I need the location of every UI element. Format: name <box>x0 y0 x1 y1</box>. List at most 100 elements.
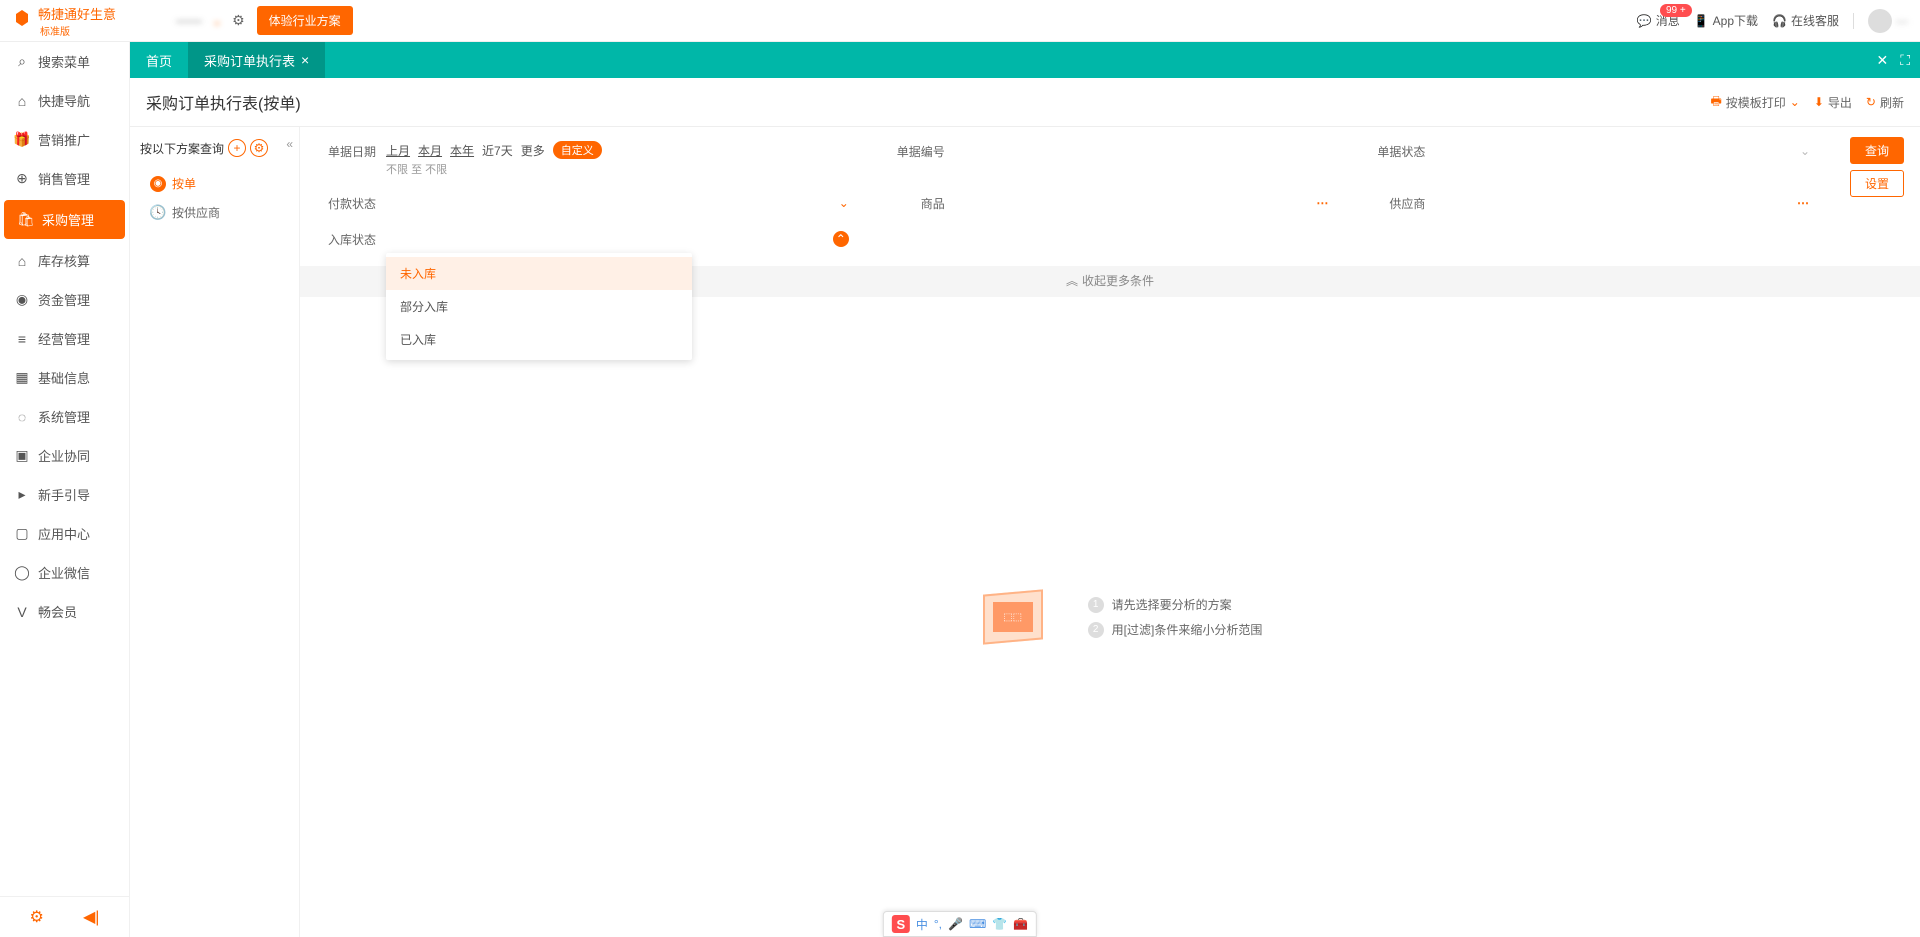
ime-mic-icon[interactable]: 🎤 <box>948 917 963 931</box>
sidebar-settings-icon[interactable]: ⚙ <box>30 907 44 927</box>
page-title: 采购订单执行表(按单) <box>146 90 301 114</box>
scheme-settings-icon[interactable]: ⚙ <box>250 139 268 157</box>
ime-toolbar[interactable]: S 中 °, 🎤 ⌨ 👕 🧰 <box>883 911 1037 937</box>
nav-icon: ◯ <box>14 564 30 581</box>
dropdown-opt-done[interactable]: 已入库 <box>386 323 692 356</box>
sidebar-item-14[interactable]: V畅会员 <box>0 592 129 631</box>
sidebar-item-11[interactable]: ▸ 新手引导 <box>0 475 129 514</box>
headset-icon: 🎧 <box>1772 14 1787 28</box>
supplier-select[interactable]: ⋯ <box>1435 193 1810 213</box>
sidebar-item-7[interactable]: ≡经营管理 <box>0 319 129 358</box>
filter-date: 单据日期 上月 本月 本年 近7天 更多 自定义 <box>320 141 849 177</box>
date-custom-badge[interactable]: 自定义 <box>553 141 602 159</box>
filter-product: 商品 ⋯ <box>889 193 1330 213</box>
date-opt-7days[interactable]: 近7天 <box>482 142 513 159</box>
settings-icon[interactable]: ⚙ <box>232 12 245 29</box>
divider <box>1853 13 1854 29</box>
date-opt-more[interactable]: 更多 <box>521 142 545 159</box>
sidebar-item-label: 新手引导 <box>38 485 90 504</box>
sidebar-item-label: 应用中心 <box>38 524 90 543</box>
scheme-item-by-order[interactable]: ◉ 按单 <box>140 169 289 198</box>
scheme-add-icon[interactable]: + <box>228 139 246 157</box>
nav-icon: ⊕ <box>14 170 30 187</box>
product-select[interactable]: ⋯ <box>955 193 1330 213</box>
logo-text: 畅捷通好生意 <box>38 4 116 23</box>
nav-icon: ▸ <box>14 486 30 503</box>
chevron-down-icon: ⌄ <box>1800 144 1810 158</box>
date-opt-last-month[interactable]: 上月 <box>386 142 410 159</box>
tab-home[interactable]: 首页 <box>130 42 188 78</box>
stock-status-dropdown: 未入库 部分入库 已入库 <box>386 253 692 360</box>
ime-toolbox-icon[interactable]: 🧰 <box>1013 917 1028 931</box>
date-opt-this-year[interactable]: 本年 <box>450 142 474 159</box>
sidebar-item-13[interactable]: ◯ 企业微信 <box>0 553 129 592</box>
nav-icon: ▣ <box>14 447 30 464</box>
sidebar-collapse-icon[interactable]: ◀| <box>83 907 99 927</box>
print-icon: 🖶 <box>1710 92 1721 113</box>
ime-punct-icon[interactable]: °, <box>934 917 942 931</box>
scheme-panel: 按以下方案查询 + ⚙ « ◉ 按单 🕓 按供应商 <box>130 127 300 937</box>
nav-icon: ◉ <box>14 291 30 308</box>
try-industry-button[interactable]: 体验行业方案 <box>257 6 353 35</box>
filter-stock-status: 入库状态 ⌃ 未入库 部分入库 已入库 <box>320 229 849 250</box>
sidebar-item-2[interactable]: 🎁营销推广 <box>0 120 129 159</box>
sidebar-item-10[interactable]: ▣ 企业协同 <box>0 436 129 475</box>
online-service-button[interactable]: 🎧 在线客服 <box>1772 12 1839 29</box>
tab-close-all-icon[interactable]: ✕ <box>1876 52 1888 69</box>
sidebar-item-3[interactable]: ⊕ 销售管理 <box>0 159 129 198</box>
sidebar-item-1[interactable]: ⌂快捷导航 <box>0 81 129 120</box>
export-action[interactable]: ⬇ 导出 <box>1814 94 1852 111</box>
logo-area: 畅捷通好生意 标准版 <box>12 4 116 38</box>
pay-status-select[interactable]: ⌄ <box>386 193 849 213</box>
ellipsis-icon: ⋯ <box>1797 196 1810 210</box>
page-header: 采购订单执行表(按单) 🖶 按模板打印 ⌄ ⬇ 导出 ↻ 刷新 <box>130 78 1920 127</box>
ime-lang[interactable]: 中 <box>916 916 928 933</box>
ime-logo-icon: S <box>892 915 910 933</box>
phone-icon: 📱 <box>1694 14 1709 28</box>
scheme-collapse-icon[interactable]: « <box>286 137 293 151</box>
chevron-down-icon: ⌄ <box>839 196 849 210</box>
print-action[interactable]: 🖶 按模板打印 ⌄ <box>1710 92 1799 113</box>
doc-status-select[interactable]: ⌄ <box>1435 141 1810 161</box>
nav-icon: 🛍 <box>18 211 34 228</box>
sidebar-item-label: 系统管理 <box>38 407 90 426</box>
sidebar-item-label: 销售管理 <box>38 169 90 188</box>
nav-icon: V <box>14 604 30 620</box>
stock-status-select[interactable]: ⌃ <box>386 229 849 250</box>
filter-doc-no: 单据编号 <box>889 141 1330 177</box>
tab-purchase-order-exec[interactable]: 采购订单执行表 × <box>188 42 325 78</box>
doc-no-input[interactable] <box>955 141 1330 156</box>
scheme-item-by-supplier[interactable]: 🕓 按供应商 <box>140 198 289 227</box>
app-download-button[interactable]: 📱 App下载 <box>1694 12 1758 29</box>
refresh-icon: ↻ <box>1866 95 1876 109</box>
sidebar-item-6[interactable]: ◉ 资金管理 <box>0 280 129 319</box>
nav-icon: ⌕ <box>14 53 30 70</box>
sidebar-item-label: 企业微信 <box>38 563 90 582</box>
fullscreen-icon[interactable]: ⛶ <box>1900 52 1910 69</box>
tip-number-icon: 2 <box>1088 622 1104 638</box>
sidebar-item-9[interactable]: ◌系统管理 <box>0 397 129 436</box>
sidebar-item-4[interactable]: 🛍采购管理 <box>4 200 125 239</box>
sidebar-item-label: 资金管理 <box>38 290 90 309</box>
sidebar-item-12[interactable]: ▢应用中心 <box>0 514 129 553</box>
ime-keyboard-icon[interactable]: ⌨ <box>969 917 986 931</box>
messages-button[interactable]: 💬 消息 99 + <box>1637 12 1680 29</box>
query-button[interactable]: 查询 <box>1850 137 1904 164</box>
dropdown-opt-partial[interactable]: 部分入库 <box>386 290 692 323</box>
dropdown-opt-not-in[interactable]: 未入库 <box>386 257 692 290</box>
user-menu[interactable]: — <box>1868 9 1908 33</box>
sidebar-item-0[interactable]: ⌕搜索菜单 <box>0 42 129 81</box>
setting-button[interactable]: 设置 <box>1850 170 1904 197</box>
tab-close-icon[interactable]: × <box>301 52 309 68</box>
header-right: 💬 消息 99 + 📱 App下载 🎧 在线客服 — <box>1637 9 1908 33</box>
sidebar-item-label: 企业协同 <box>38 446 90 465</box>
ime-skin-icon[interactable]: 👕 <box>992 917 1007 931</box>
filter-form: 单据日期 上月 本月 本年 近7天 更多 自定义 <box>300 127 1920 266</box>
sidebar-item-5[interactable]: ⌂库存核算 <box>0 241 129 280</box>
empty-illustration-icon: ⬚⬚ <box>958 572 1068 662</box>
refresh-action[interactable]: ↻ 刷新 <box>1866 94 1904 111</box>
top-header: 畅捷通好生意 标准版 —— ⌄ ⚙ 体验行业方案 💬 消息 99 + 📱 App… <box>0 0 1920 42</box>
sidebar-item-8[interactable]: ▦基础信息 <box>0 358 129 397</box>
org-selector[interactable]: —— ⌄ <box>176 13 222 28</box>
date-opt-this-month[interactable]: 本月 <box>418 142 442 159</box>
